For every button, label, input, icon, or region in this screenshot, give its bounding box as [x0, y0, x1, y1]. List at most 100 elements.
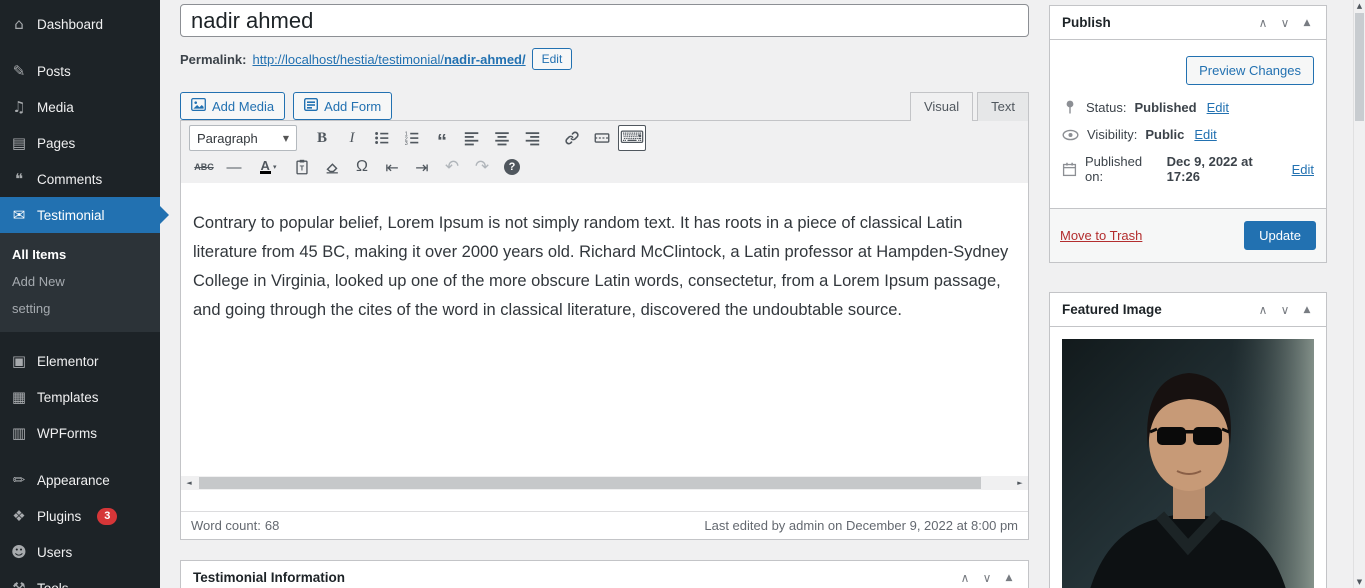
insert-link-button[interactable] [558, 125, 586, 151]
sidebar-item-users[interactable]: ☻ Users [0, 534, 160, 570]
toggle-panel-icon[interactable]: ▲ [998, 573, 1020, 583]
hscroll-thumb[interactable] [199, 477, 982, 489]
edit-published-date-link[interactable]: Edit [1292, 162, 1314, 177]
featured-image-panel: Featured Image ∧ ∨ ▲ [1049, 292, 1327, 588]
menu-separator [0, 451, 160, 462]
pages-icon: ▤ [11, 134, 27, 152]
vscroll-thumb[interactable] [1355, 13, 1364, 121]
testimonial-information-header[interactable]: Testimonial Information ∧ ∨ ▲ [181, 561, 1028, 588]
strikethrough-icon: ABC [194, 162, 214, 172]
permalink-link[interactable]: http://localhost/hestia/testimonial/nadi… [252, 52, 525, 67]
sidebar-item-appearance[interactable]: ✏ Appearance [0, 462, 160, 498]
add-media-button[interactable]: Add Media [180, 92, 286, 120]
move-down-icon[interactable]: ∨ [1274, 303, 1296, 317]
move-up-icon[interactable]: ∧ [1252, 16, 1274, 30]
scroll-up-arrow-icon[interactable]: ▲ [1354, 0, 1365, 12]
editor-body: Contrary to popular belief, Lorem Ipsum … [181, 183, 1028, 539]
help-button[interactable]: ? [498, 154, 526, 180]
preview-row: Preview Changes [1062, 56, 1314, 85]
toggle-panel-icon[interactable]: ▲ [1296, 305, 1318, 315]
sidebar-item-elementor[interactable]: ▣ Elementor [0, 343, 160, 379]
paragraph-format-select[interactable]: Paragraph ▼ [189, 125, 297, 151]
scroll-right-arrow-icon[interactable]: ► [1012, 476, 1028, 490]
sidebar-item-plugins[interactable]: ❖ Plugins 3 [0, 498, 160, 534]
undo-button[interactable]: ↶ [438, 154, 466, 180]
tab-visual[interactable]: Visual [909, 92, 974, 121]
preview-changes-button[interactable]: Preview Changes [1186, 56, 1314, 85]
numbered-list-icon: 123 [405, 131, 419, 147]
sidebar-item-label: Plugins [37, 508, 82, 524]
paste-as-text-button[interactable]: T [288, 154, 316, 180]
featured-image-photo[interactable] [1062, 339, 1314, 588]
align-right-button[interactable] [518, 125, 546, 151]
featured-image-header[interactable]: Featured Image ∧ ∨ ▲ [1050, 293, 1326, 327]
move-up-icon[interactable]: ∧ [1252, 303, 1274, 317]
numbered-list-button[interactable]: 123 [398, 125, 426, 151]
sidebar-item-label: Users [37, 544, 73, 560]
editor-horizontal-scrollbar[interactable]: ◄ ► [181, 476, 1028, 490]
elementor-icon: ▣ [11, 352, 27, 370]
sidebar-item-comments[interactable]: ❝ Comments [0, 161, 160, 197]
editor-content-area[interactable]: Contrary to popular belief, Lorem Ipsum … [181, 183, 1028, 476]
read-more-icon [594, 133, 610, 143]
toolbar-toggle-button[interactable]: ⌨ [618, 125, 646, 151]
sidebar-item-wpforms[interactable]: ▥ WPForms [0, 415, 160, 451]
submenu-item-add-new[interactable]: Add New [0, 268, 160, 295]
status-pin-icon [1066, 100, 1074, 114]
panel-title: Publish [1062, 15, 1111, 30]
permalink-url: http://localhost/hestia/testimonial/ [252, 51, 444, 67]
eraser-icon [326, 163, 338, 174]
page-vertical-scrollbar[interactable]: ▲ ▼ [1353, 0, 1365, 588]
sidebar-item-posts[interactable]: ✎ Posts [0, 53, 160, 89]
move-up-icon[interactable]: ∧ [954, 571, 976, 585]
sidebar-item-templates[interactable]: ▦ Templates [0, 379, 160, 415]
scroll-down-arrow-icon[interactable]: ▼ [1354, 576, 1365, 588]
plugins-update-badge: 3 [97, 507, 118, 525]
move-down-icon[interactable]: ∨ [976, 571, 998, 585]
clear-formatting-button[interactable] [318, 154, 346, 180]
sidebar-item-label: Comments [37, 171, 103, 187]
text-color-button[interactable]: A ▾ [250, 154, 286, 180]
edit-status-link[interactable]: Edit [1207, 100, 1229, 115]
sidebar-item-testimonial[interactable]: ✉ Testimonial [0, 197, 160, 233]
indent-button[interactable]: ⇥ [408, 154, 436, 180]
update-button[interactable]: Update [1244, 221, 1316, 250]
tab-text[interactable]: Text [977, 92, 1029, 121]
sidebar-item-media[interactable]: ♫ Media [0, 89, 160, 125]
bullet-list-button[interactable] [368, 125, 396, 151]
editor-bottom-padding [181, 490, 1028, 511]
move-to-trash-link[interactable]: Move to Trash [1060, 228, 1142, 243]
scroll-left-arrow-icon[interactable]: ◄ [181, 476, 197, 490]
add-form-button[interactable]: Add Form [293, 92, 393, 120]
align-center-button[interactable] [488, 125, 516, 151]
blockquote-button[interactable]: “ [428, 125, 456, 153]
sidebar-item-tools[interactable]: ⚒ Tools [0, 570, 160, 588]
publish-panel-header[interactable]: Publish ∧ ∨ ▲ [1050, 6, 1326, 40]
submenu-item-all-items[interactable]: All Items [0, 241, 160, 268]
italic-button[interactable]: I [338, 125, 366, 151]
horizontal-rule-button[interactable]: — [220, 154, 248, 180]
classic-editor: Paragraph ▼ B I 123 “ ⌨ ABC — A ▾ T Ω ⇤ … [180, 120, 1029, 540]
publish-panel: Publish ∧ ∨ ▲ Preview Changes Status: Pu… [1049, 5, 1327, 263]
read-more-tag-button[interactable] [588, 125, 616, 151]
sidebar-item-dashboard[interactable]: ⌂ Dashboard [0, 6, 160, 42]
align-left-button[interactable] [458, 125, 486, 151]
strikethrough-button[interactable]: ABC [190, 154, 218, 180]
redo-button[interactable]: ↷ [468, 154, 496, 180]
move-down-icon[interactable]: ∨ [1274, 16, 1296, 30]
editor-sidebar: Publish ∧ ∨ ▲ Preview Changes Status: Pu… [1049, 5, 1327, 588]
outdent-button[interactable]: ⇤ [378, 154, 406, 180]
testimonial-information-panel: Testimonial Information ∧ ∨ ▲ [180, 560, 1029, 588]
submenu-item-setting[interactable]: setting [0, 295, 160, 322]
special-character-button[interactable]: Ω [348, 154, 376, 180]
hscroll-track[interactable] [197, 476, 1012, 490]
edit-visibility-link[interactable]: Edit [1194, 127, 1216, 142]
word-count: Word count: 68 [191, 518, 279, 533]
post-title-input[interactable] [180, 4, 1029, 37]
link-icon [565, 131, 579, 145]
visibility-label: Visibility: [1087, 127, 1138, 142]
bold-button[interactable]: B [308, 125, 336, 151]
permalink-edit-button[interactable]: Edit [531, 48, 573, 70]
toggle-panel-icon[interactable]: ▲ [1296, 18, 1318, 28]
sidebar-item-pages[interactable]: ▤ Pages [0, 125, 160, 161]
